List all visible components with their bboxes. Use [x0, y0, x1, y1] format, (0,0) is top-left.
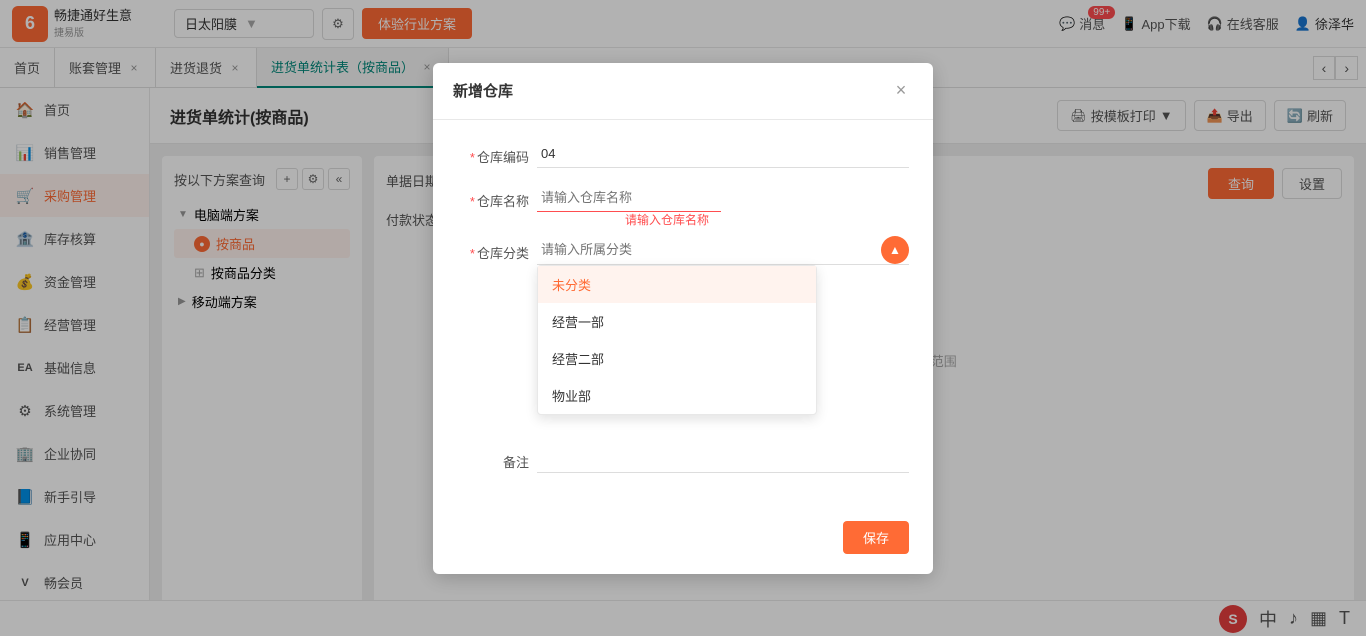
category-dropdown: 未分类 经营一部 经营二部 物业部: [537, 265, 817, 415]
code-label: 仓库编码: [457, 140, 537, 166]
name-form-row: 仓库名称 请输入仓库名称: [457, 184, 909, 212]
code-input[interactable]: [537, 140, 909, 168]
dropdown-item-dept2[interactable]: 经营二部: [538, 340, 816, 377]
modal-overlay[interactable]: 新增仓库 × 仓库编码 仓库名称 请输入仓库名称 仓库分类: [0, 0, 1366, 636]
modal-footer: 保存: [433, 509, 933, 574]
modal-close-button[interactable]: ×: [889, 79, 913, 103]
category-input[interactable]: [537, 236, 881, 263]
name-label: 仓库名称: [457, 184, 537, 210]
note-label: 备注: [457, 445, 537, 471]
category-input-row: ▲: [537, 236, 909, 265]
code-form-row: 仓库编码: [457, 140, 909, 168]
dropdown-item-property[interactable]: 物业部: [538, 377, 816, 414]
name-error-message: 请输入仓库名称: [625, 211, 709, 228]
dropdown-item-uncategorized[interactable]: 未分类: [538, 266, 816, 303]
name-input-wrap: 请输入仓库名称: [537, 184, 909, 212]
category-form-row: 仓库分类 ▲ 未分类 经营一部 经营二部 物业部: [457, 236, 909, 265]
category-label: 仓库分类: [457, 236, 537, 262]
modal-header: 新增仓库 ×: [433, 63, 933, 120]
add-warehouse-modal: 新增仓库 × 仓库编码 仓库名称 请输入仓库名称 仓库分类: [433, 63, 933, 574]
note-input[interactable]: [537, 445, 909, 473]
modal-title: 新增仓库: [453, 80, 513, 101]
modal-body: 仓库编码 仓库名称 请输入仓库名称 仓库分类 ▲: [433, 120, 933, 509]
note-form-row: 备注: [457, 445, 909, 473]
warehouse-name-input[interactable]: [537, 184, 721, 212]
dropdown-item-dept1[interactable]: 经营一部: [538, 303, 816, 340]
category-chevron-icon[interactable]: ▲: [881, 236, 909, 264]
save-button[interactable]: 保存: [843, 521, 909, 554]
